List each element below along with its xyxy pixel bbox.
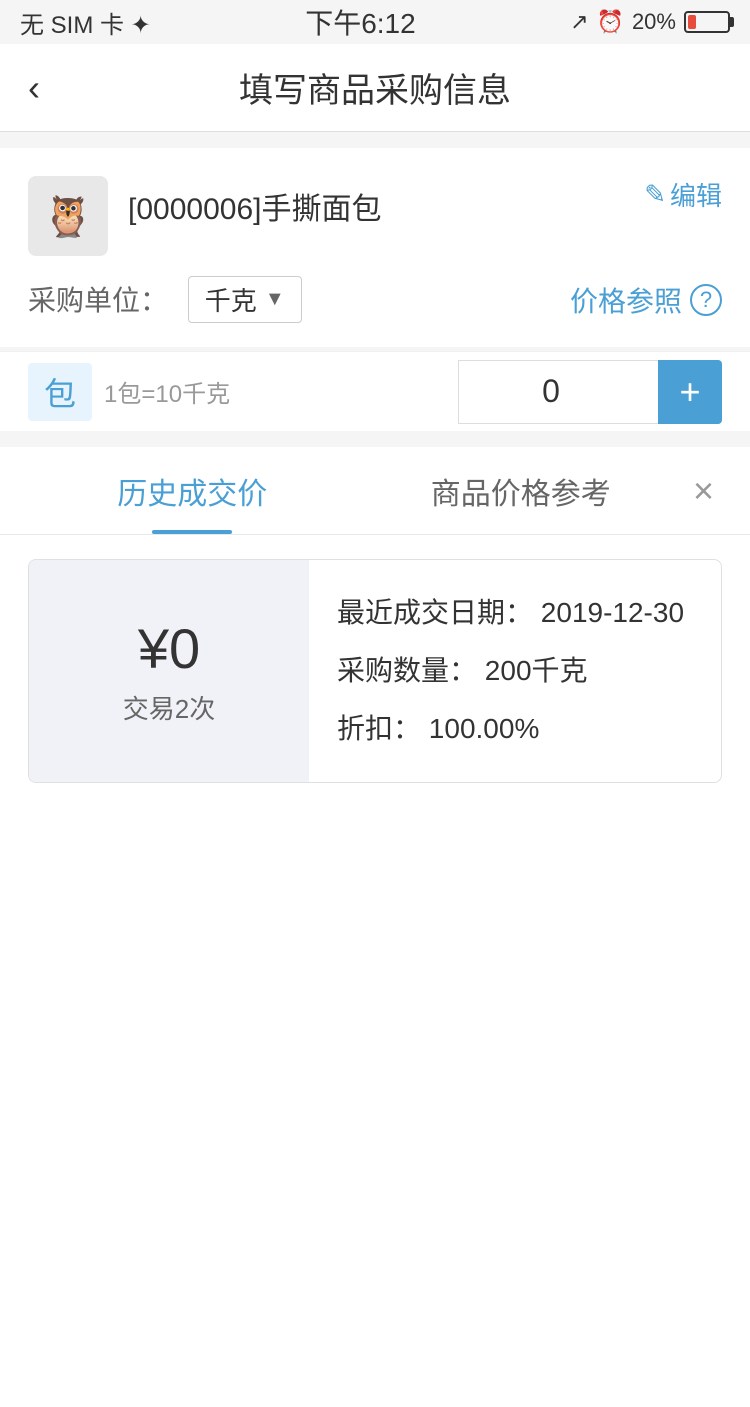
price-ref-label: 价格参照 — [570, 280, 682, 320]
price-ref-help-icon: ? — [690, 284, 722, 316]
quantity-section: 包 1包=10千克 + — [0, 351, 750, 431]
status-time: 下午6:12 — [305, 2, 416, 42]
price-card: ¥0 交易2次 最近成交日期： 2019-12-30 采购数量： 200千克 折… — [28, 559, 722, 783]
location-icon: ↗ — [570, 9, 588, 35]
edit-button[interactable]: ✎ 编辑 — [644, 176, 722, 213]
unit-select-group: 采购单位： 千克 ▼ — [28, 276, 302, 323]
quantity-input-group: + — [458, 360, 722, 424]
tab-section: 历史成交价 商品价格参考 × ¥0 交易2次 最近成交日期： 2019-12-3… — [0, 447, 750, 807]
price-amount: ¥0 — [138, 616, 200, 681]
purchase-qty-label: 采购数量： — [337, 655, 477, 686]
edit-icon: ✎ — [644, 179, 666, 210]
product-icon: 🦉 — [43, 193, 93, 240]
tab-history-price[interactable]: 历史成交价 — [28, 447, 356, 534]
product-name: [0000006]手撕面包 — [128, 176, 381, 228]
purchase-qty-row: 采购数量： 200千克 — [337, 650, 693, 692]
page-title: 填写商品采购信息 — [239, 63, 511, 112]
product-header: 🦉 [0000006]手撕面包 ✎ 编辑 — [28, 176, 722, 256]
recent-date-label: 最近成交日期： — [337, 597, 533, 628]
quantity-input[interactable] — [458, 360, 658, 424]
tab-price-reference[interactable]: 商品价格参考 — [356, 447, 684, 534]
price-transactions: 交易2次 — [123, 689, 215, 726]
purchase-qty-value: 200千克 — [485, 655, 588, 686]
price-card-right: 最近成交日期： 2019-12-30 采购数量： 200千克 折扣： 100.0… — [309, 560, 721, 782]
nav-bar: ‹ 填写商品采购信息 — [0, 44, 750, 132]
price-card-left: ¥0 交易2次 — [29, 560, 309, 782]
history-content: ¥0 交易2次 最近成交日期： 2019-12-30 采购数量： 200千克 折… — [0, 535, 750, 807]
recent-date-value: 2019-12-30 — [541, 597, 684, 628]
quantity-plus-button[interactable]: + — [658, 360, 722, 424]
discount-row: 折扣： 100.00% — [337, 708, 693, 750]
dropdown-arrow-icon: ▼ — [265, 288, 285, 311]
product-card: 🦉 [0000006]手撕面包 ✎ 编辑 采购单位： 千克 ▼ 价格参照 ? — [0, 148, 750, 347]
battery-icon — [684, 11, 730, 33]
quantity-label-group: 包 1包=10千克 — [28, 363, 230, 421]
alarm-icon: ⏰ — [597, 9, 624, 35]
back-button[interactable]: ‹ — [28, 67, 40, 109]
unit-dropdown[interactable]: 千克 ▼ — [188, 276, 302, 323]
unit-value: 千克 — [205, 281, 257, 318]
product-info-left: 🦉 [0000006]手撕面包 — [28, 176, 381, 256]
white-area — [0, 807, 750, 1407]
status-bar: 无 SIM 卡 ✦ 下午6:12 ↗ ⏰ 20% — [0, 0, 750, 44]
status-right: ↗ ⏰ 20% — [570, 9, 730, 35]
battery-fill — [688, 15, 696, 29]
status-left: 无 SIM 卡 ✦ — [20, 5, 151, 40]
tab-bar: 历史成交价 商品价格参考 × — [0, 447, 750, 535]
product-unit-row: 采购单位： 千克 ▼ 价格参照 ? — [28, 276, 722, 323]
product-thumbnail: 🦉 — [28, 176, 108, 256]
discount-label: 折扣： — [337, 713, 421, 744]
discount-value: 100.00% — [429, 713, 540, 744]
quantity-hint: 1包=10千克 — [104, 374, 230, 409]
battery-percent: 20% — [632, 9, 676, 35]
recent-date-row: 最近成交日期： 2019-12-30 — [337, 592, 693, 634]
price-ref-button[interactable]: 价格参照 ? — [570, 280, 722, 320]
quantity-unit-tag: 包 — [28, 363, 92, 421]
unit-label: 采购单位： — [28, 285, 168, 316]
tab-close-button[interactable]: × — [685, 470, 722, 512]
no-sim-label: 无 SIM 卡 ✦ — [20, 5, 151, 40]
